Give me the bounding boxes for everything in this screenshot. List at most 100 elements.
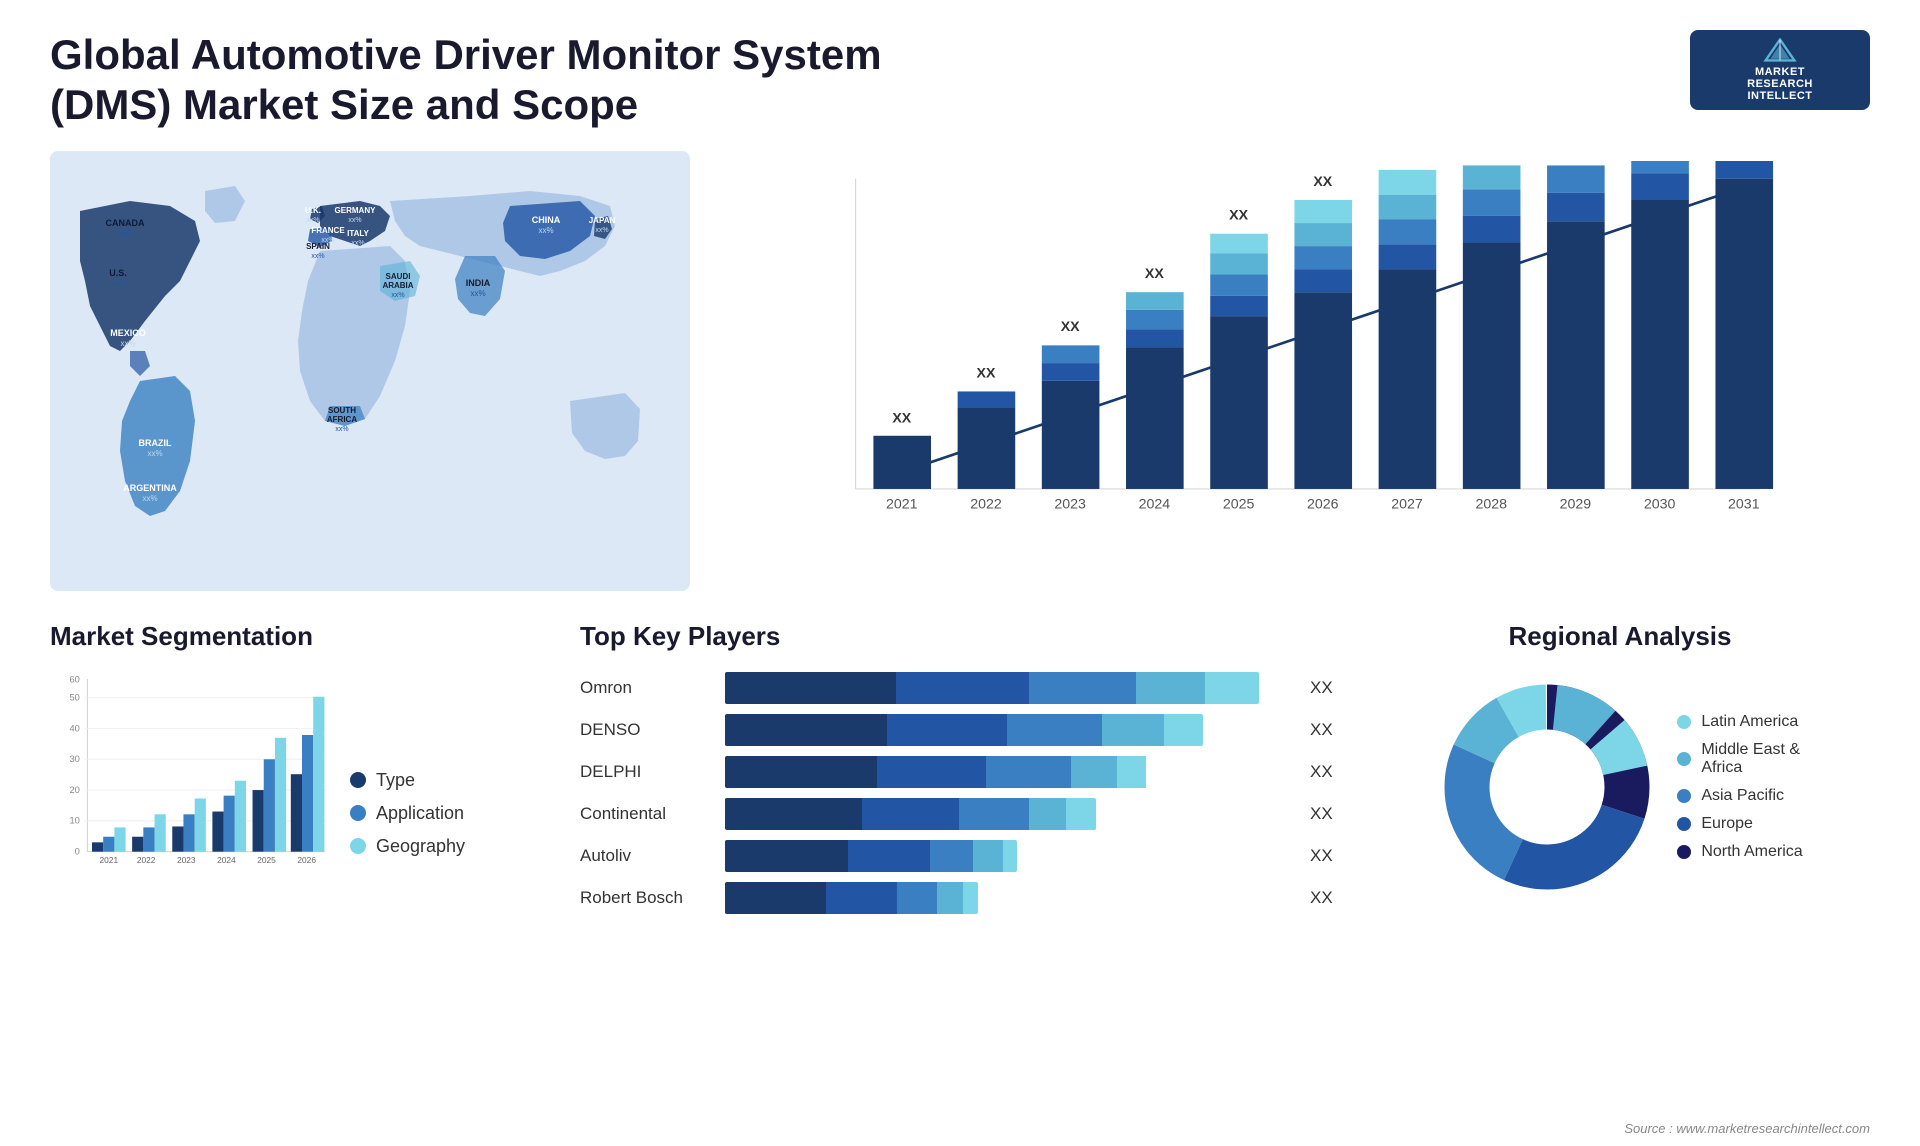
svg-text:xx%: xx% — [335, 426, 348, 433]
svg-text:2026: 2026 — [297, 855, 316, 865]
legend-label-type: Type — [376, 770, 415, 791]
svg-text:xx%: xx% — [120, 339, 135, 348]
svg-text:XX: XX — [1229, 207, 1248, 223]
player-name-continental: Continental — [580, 804, 710, 824]
svg-text:xx%: xx% — [470, 289, 485, 298]
legend-label-geography: Geography — [376, 836, 465, 857]
legend-item-type: Type — [350, 770, 465, 791]
svg-text:XX: XX — [1398, 161, 1417, 165]
bottom-section: Market Segmentation 0 10 20 30 — [50, 621, 1870, 914]
regional-legend-north-america: North America — [1677, 843, 1802, 861]
svg-text:2026: 2026 — [1307, 496, 1339, 512]
svg-text:ITALY: ITALY — [347, 229, 369, 238]
svg-text:2021: 2021 — [99, 855, 118, 865]
player-xx-delphi: XX — [1310, 762, 1340, 782]
player-xx-bosch: XX — [1310, 888, 1340, 908]
svg-text:2023: 2023 — [177, 855, 196, 865]
player-bar-bosch — [725, 882, 1287, 914]
segmentation-content: 0 10 20 30 40 50 60 — [50, 667, 550, 887]
player-xx-denso: XX — [1310, 720, 1340, 740]
svg-text:U.S.: U.S. — [109, 268, 127, 278]
svg-text:SOUTH: SOUTH — [328, 406, 356, 415]
svg-text:30: 30 — [69, 754, 79, 764]
world-map-container: CANADA xx% U.S. xx% MEXICO xx% BRAZIL xx… — [50, 151, 690, 591]
donut-chart-svg — [1437, 677, 1657, 897]
svg-text:xx%: xx% — [306, 217, 319, 224]
player-xx-omron: XX — [1310, 678, 1340, 698]
svg-text:MEXICO: MEXICO — [110, 328, 146, 338]
svg-text:xx%: xx% — [147, 449, 162, 458]
regional-label-asia-pacific: Asia Pacific — [1701, 787, 1784, 805]
logo-text: MARKET RESEARCH INTELLECT — [1747, 66, 1813, 102]
player-xx-continental: XX — [1310, 804, 1340, 824]
logo-box: MARKET RESEARCH INTELLECT — [1690, 30, 1870, 110]
regional-legend-mea: Middle East &Africa — [1677, 741, 1802, 777]
svg-text:2031: 2031 — [1728, 496, 1760, 512]
regional-color-mea — [1677, 752, 1691, 766]
player-row-autoliv: Autoliv XX — [580, 840, 1340, 872]
logo-icon — [1760, 38, 1800, 62]
player-row-bosch: Robert Bosch XX — [580, 882, 1340, 914]
svg-text:INDIA: INDIA — [466, 278, 491, 288]
svg-text:2022: 2022 — [970, 496, 1002, 512]
player-row-denso: DENSO XX — [580, 714, 1340, 746]
svg-text:0: 0 — [75, 846, 80, 856]
regional-legend-latin-america: Latin America — [1677, 713, 1802, 731]
player-bar-continental — [725, 798, 1287, 830]
legend-dot-application — [350, 805, 366, 821]
player-bar-delphi — [725, 756, 1287, 788]
svg-text:40: 40 — [69, 723, 79, 733]
page-container: Global Automotive Driver Monitor System … — [0, 0, 1920, 1146]
svg-text:JAPAN: JAPAN — [589, 216, 616, 225]
segmentation-section: Market Segmentation 0 10 20 30 — [50, 621, 550, 914]
segmentation-chart: 0 10 20 30 40 50 60 — [50, 667, 330, 887]
svg-text:SAUDI: SAUDI — [386, 272, 411, 281]
legend-label-application: Application — [376, 803, 464, 824]
svg-text:XX: XX — [1061, 319, 1080, 335]
svg-text:2025: 2025 — [1223, 496, 1255, 512]
content-grid: CANADA xx% U.S. xx% MEXICO xx% BRAZIL xx… — [50, 151, 1870, 914]
svg-text:xx%: xx% — [311, 253, 324, 260]
regional-section: Regional Analysis — [1370, 621, 1870, 914]
regional-title: Regional Analysis — [1509, 621, 1732, 652]
svg-text:xx%: xx% — [538, 226, 553, 235]
regional-color-europe — [1677, 817, 1691, 831]
players-list: Omron XX — [580, 672, 1340, 914]
regional-color-latin-america — [1677, 715, 1691, 729]
legend-item-application: Application — [350, 803, 465, 824]
svg-text:50: 50 — [69, 692, 79, 702]
svg-text:xx%: xx% — [110, 279, 125, 288]
player-row-continental: Continental XX — [580, 798, 1340, 830]
player-bar-denso — [725, 714, 1287, 746]
players-section: Top Key Players Omron — [580, 621, 1340, 914]
segmentation-legend: Type Application Geography — [350, 770, 465, 887]
svg-text:2023: 2023 — [1054, 496, 1086, 512]
source-text: Source : www.marketresearchintellect.com — [1624, 1121, 1870, 1136]
player-name-delphi: DELPHI — [580, 762, 710, 782]
bar-chart-svg: XX 2021 XX 2022 XX 2023 XX 2024 — [730, 161, 1850, 551]
svg-text:xx%: xx% — [351, 240, 364, 247]
players-title: Top Key Players — [580, 621, 1340, 652]
svg-text:CHINA: CHINA — [532, 215, 561, 225]
legend-dot-type — [350, 772, 366, 788]
regional-legend-europe: Europe — [1677, 815, 1802, 833]
svg-text:GERMANY: GERMANY — [335, 206, 377, 215]
player-xx-autoliv: XX — [1310, 846, 1340, 866]
svg-text:XX: XX — [1145, 266, 1164, 282]
regional-legend-asia-pacific: Asia Pacific — [1677, 787, 1802, 805]
svg-text:ARGENTINA: ARGENTINA — [123, 483, 177, 493]
svg-text:U.K.: U.K. — [305, 206, 321, 215]
regional-color-asia-pacific — [1677, 789, 1691, 803]
svg-text:2029: 2029 — [1560, 496, 1592, 512]
svg-text:xx%: xx% — [142, 494, 157, 503]
svg-text:60: 60 — [69, 675, 79, 685]
svg-text:2024: 2024 — [1139, 496, 1171, 512]
svg-text:xx%: xx% — [595, 227, 608, 234]
player-row-omron: Omron XX — [580, 672, 1340, 704]
svg-text:10: 10 — [69, 815, 79, 825]
regional-label-north-america: North America — [1701, 843, 1802, 861]
svg-text:XX: XX — [892, 410, 911, 426]
svg-text:20: 20 — [69, 785, 79, 795]
svg-text:AFRICA: AFRICA — [327, 415, 357, 424]
player-bar-omron — [725, 672, 1287, 704]
